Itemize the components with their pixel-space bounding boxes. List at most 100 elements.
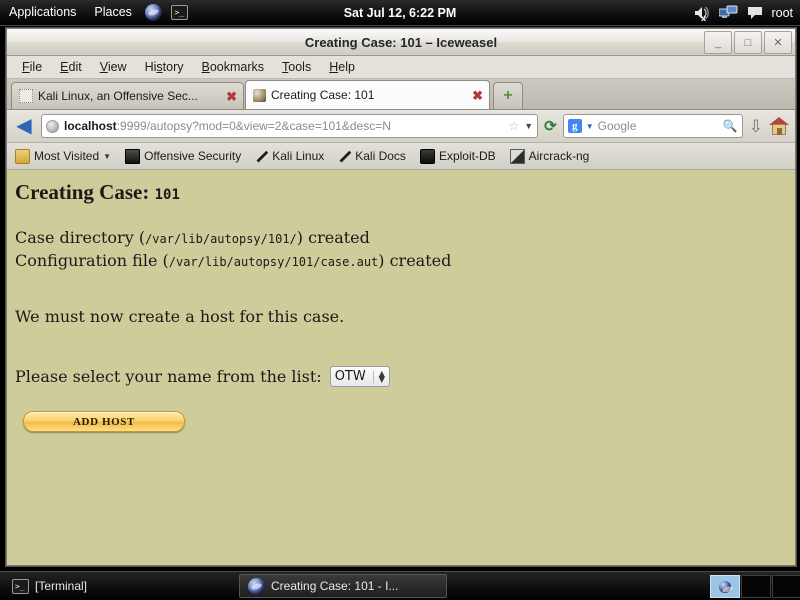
kali-icon bbox=[256, 150, 269, 163]
dragon-icon bbox=[125, 148, 141, 164]
taskbar-item-iceweasel[interactable]: Creating Case: 101 - I... bbox=[239, 574, 448, 598]
search-bar[interactable]: g ▼ Google 🔍 bbox=[562, 114, 743, 138]
chat-icon-svg bbox=[748, 6, 763, 19]
url-host: localhost bbox=[64, 119, 117, 133]
terminal-icon: >_ bbox=[12, 578, 29, 594]
url-bar[interactable]: localhost:9999/autopsy?mod=0&view=2&case… bbox=[41, 114, 539, 138]
navigation-toolbar: ◀ localhost:9999/autopsy?mod=0&view=2&ca… bbox=[7, 110, 795, 143]
bookmark-offensive-security[interactable]: Offensive Security bbox=[125, 148, 242, 164]
site-identity-icon[interactable] bbox=[46, 119, 59, 133]
panel-menu-applications[interactable]: Applications bbox=[0, 0, 85, 25]
search-input[interactable]: Google bbox=[598, 119, 719, 133]
panel-menu-places[interactable]: Places bbox=[85, 0, 141, 25]
exploit-db-icon bbox=[419, 148, 435, 164]
bookmark-label: Kali Linux bbox=[272, 149, 325, 163]
chevron-down-icon[interactable]: ▼ bbox=[524, 121, 533, 131]
name-select-row: Please select your name from the list: O… bbox=[15, 366, 795, 387]
back-button[interactable]: ◀ bbox=[13, 116, 35, 136]
workspace-2[interactable] bbox=[741, 575, 771, 598]
menu-edit[interactable]: Edit bbox=[51, 56, 91, 78]
bookmark-exploit-db[interactable]: Exploit-DB bbox=[419, 148, 496, 164]
menu-bookmarks[interactable]: Bookmarks bbox=[193, 56, 274, 78]
network-icon[interactable] bbox=[718, 5, 739, 21]
blank-favicon bbox=[19, 89, 33, 103]
home-icon[interactable] bbox=[769, 117, 789, 135]
window-title: Creating Case: 101 – Iceweasel bbox=[304, 34, 498, 50]
bookmark-kali-linux[interactable]: Kali Linux bbox=[255, 149, 324, 163]
name-select-value: OTW bbox=[334, 369, 366, 384]
tab-kali-linux[interactable]: Kali Linux, an Offensive Sec... ✖ bbox=[11, 82, 244, 109]
case-directory-path: /var/lib/autopsy/101/ bbox=[145, 232, 297, 246]
host-message: We must now create a host for this case. bbox=[15, 307, 345, 326]
bookmark-label: Most Visited bbox=[34, 149, 100, 163]
minimize-button[interactable]: _ bbox=[704, 31, 732, 54]
maximize-button[interactable]: □ bbox=[734, 31, 762, 54]
menu-view[interactable]: View bbox=[91, 56, 136, 78]
chat-icon[interactable] bbox=[747, 6, 763, 20]
network-icon-svg bbox=[718, 5, 738, 18]
bookmark-label: Exploit-DB bbox=[438, 149, 496, 163]
status-line-case-directory: Case directory (/var/lib/autopsy/101/) c… bbox=[15, 227, 795, 250]
close-icon[interactable]: ✖ bbox=[226, 90, 237, 103]
volume-muted-icon-svg: x bbox=[695, 6, 710, 23]
window-titlebar: Creating Case: 101 – Iceweasel _ □ ✕ bbox=[7, 29, 795, 56]
tab-label: Creating Case: 101 bbox=[271, 88, 375, 102]
taskbar-item-label: Creating Case: 101 - I... bbox=[271, 579, 399, 593]
chevron-down-icon[interactable]: ▼ bbox=[103, 152, 111, 161]
bookmark-label: Aircrack-ng bbox=[528, 149, 590, 163]
tab-bar: Kali Linux, an Offensive Sec... ✖ Creati… bbox=[7, 79, 795, 110]
name-select[interactable]: OTW ▲ ▼ bbox=[329, 366, 390, 387]
status-line-config-file: Configuration file (/var/lib/autopsy/101… bbox=[15, 250, 795, 273]
iceweasel-globe-icon bbox=[719, 580, 731, 593]
line-after: ) created bbox=[378, 251, 452, 270]
terminal-icon: >_ bbox=[171, 5, 189, 20]
taskbar-item-terminal[interactable]: >_ [Terminal] bbox=[4, 575, 95, 597]
window-controls: _ □ ✕ bbox=[704, 31, 792, 54]
page-content: Creating Case: 101 Case directory (/var/… bbox=[7, 170, 795, 565]
menu-help[interactable]: Help bbox=[320, 56, 364, 78]
bookmark-label: Offensive Security bbox=[144, 149, 242, 163]
chevron-updown-icon: ▲ ▼ bbox=[372, 369, 385, 383]
taskbar-item-label: [Terminal] bbox=[35, 579, 88, 593]
gnome-top-panel: Applications Places >_ Sat Jul 12, 6:22 … bbox=[0, 0, 800, 26]
window-list-taskbar: >_ [Terminal] Creating Case: 101 - I... bbox=[0, 571, 800, 600]
menu-tools[interactable]: Tools bbox=[273, 56, 320, 78]
iceweasel-globe-icon bbox=[145, 4, 163, 21]
line-after: ) created bbox=[296, 228, 370, 247]
browser-menubar: File Edit View History Bookmarks Tools H… bbox=[7, 56, 795, 79]
page-title-case-number: 101 bbox=[154, 187, 180, 203]
bookmark-most-visited[interactable]: Most Visited ▼ bbox=[15, 148, 111, 164]
close-icon[interactable]: ✖ bbox=[472, 89, 483, 102]
panel-user-name[interactable]: root bbox=[771, 6, 796, 20]
bookmark-star-icon[interactable]: ☆ bbox=[508, 119, 519, 133]
home-door bbox=[777, 128, 782, 135]
autopsy-favicon bbox=[253, 88, 266, 102]
chevron-down-icon[interactable]: ▼ bbox=[586, 122, 594, 131]
svg-text:x: x bbox=[701, 14, 707, 21]
page-title: Creating Case: 101 bbox=[15, 180, 795, 205]
new-tab-button[interactable]: + bbox=[493, 82, 523, 109]
menu-file[interactable]: File bbox=[13, 56, 51, 78]
tab-creating-case[interactable]: Creating Case: 101 ✖ bbox=[245, 80, 490, 109]
launcher-iceweasel[interactable] bbox=[144, 3, 164, 23]
workspace-1[interactable] bbox=[710, 575, 740, 598]
download-arrow-icon[interactable]: ⇩ bbox=[749, 118, 763, 135]
iceweasel-globe-icon bbox=[248, 577, 266, 595]
launcher-terminal[interactable]: >_ bbox=[170, 3, 190, 23]
search-icon[interactable]: 🔍 bbox=[723, 119, 738, 133]
volume-muted-icon[interactable]: x bbox=[693, 5, 711, 23]
name-select-label: Please select your name from the list: bbox=[15, 367, 322, 386]
close-button[interactable]: ✕ bbox=[764, 31, 792, 54]
bookmark-aircrack-ng[interactable]: Aircrack-ng bbox=[509, 148, 590, 164]
workspace-3[interactable] bbox=[772, 575, 800, 598]
bookmarks-toolbar: Most Visited ▼ Offensive Security Kali L… bbox=[7, 143, 795, 170]
desktop-screen: Applications Places >_ Sat Jul 12, 6:22 … bbox=[0, 0, 800, 600]
add-host-button[interactable]: Add Host bbox=[23, 411, 185, 432]
bookmark-kali-docs[interactable]: Kali Docs bbox=[338, 149, 406, 163]
url-rest: :9999/autopsy?mod=0&view=2&case=101&desc… bbox=[116, 119, 391, 133]
reload-button[interactable]: ⟳ bbox=[544, 117, 557, 135]
line-before: Configuration file ( bbox=[15, 251, 169, 270]
menu-history[interactable]: History bbox=[136, 56, 193, 78]
aircrack-icon bbox=[509, 148, 525, 164]
config-file-path: /var/lib/autopsy/101/case.aut bbox=[168, 255, 379, 269]
